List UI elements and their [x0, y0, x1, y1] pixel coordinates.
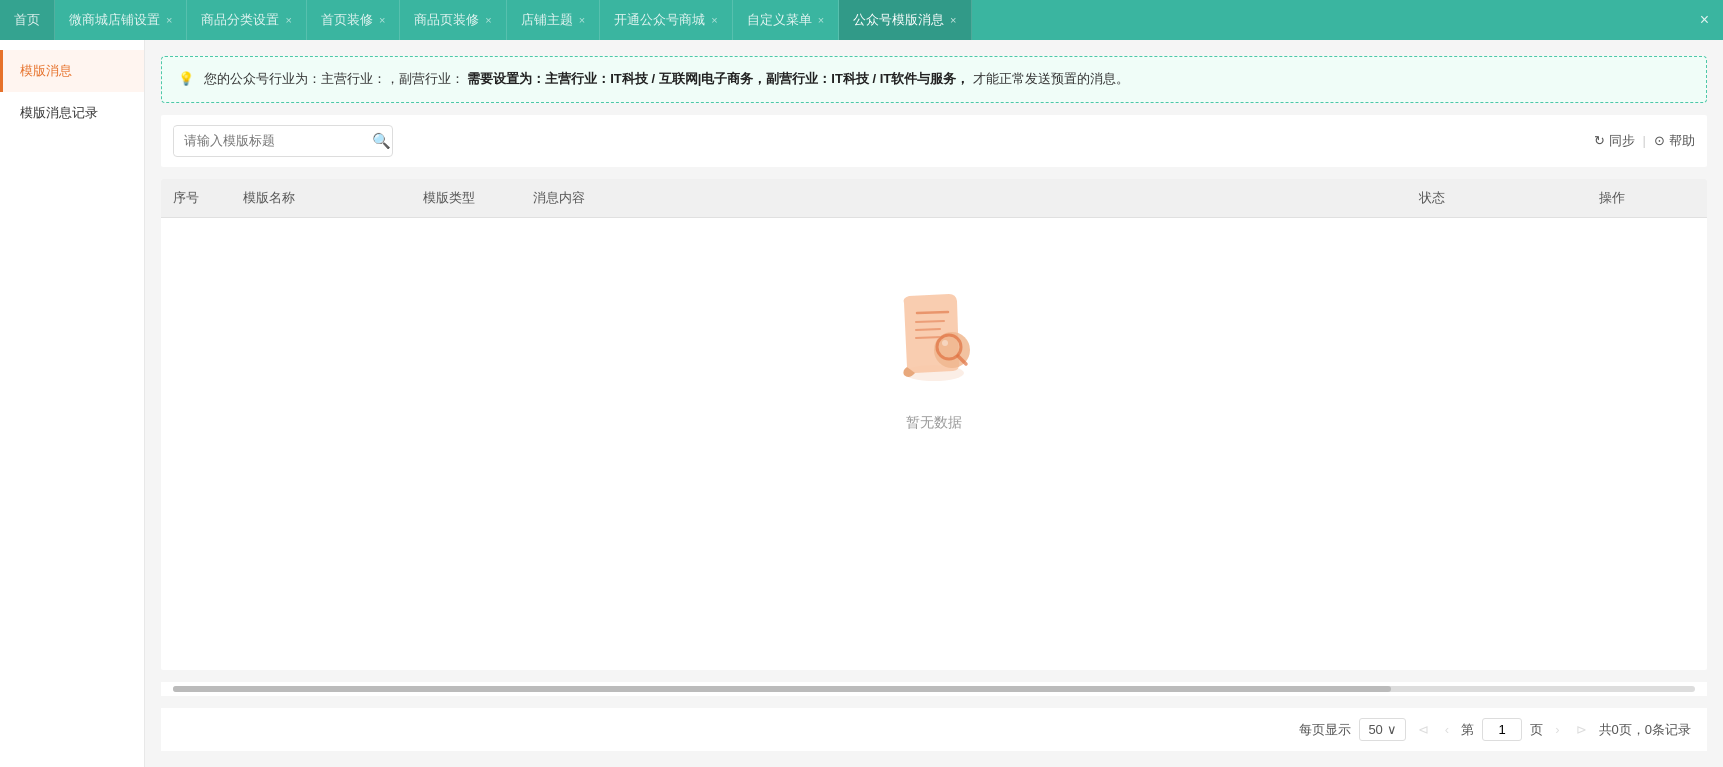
chevron-down-icon: ∨	[1387, 722, 1397, 737]
table-column-header: 序号	[161, 179, 231, 217]
prev-page-button[interactable]: ‹	[1441, 720, 1453, 739]
nav-tab-product-category[interactable]: 商品分类设置 ×	[187, 0, 306, 40]
table-column-header: 消息内容	[521, 179, 1407, 217]
first-page-button[interactable]: ⊲	[1414, 720, 1433, 739]
pagination: 每页显示 50 ∨ ⊲ ‹ 第 页 › ⊳ 共0页，0条记录	[161, 708, 1707, 751]
sync-label: 同步	[1609, 132, 1635, 150]
sidebar-item-label: 模版消息记录	[20, 105, 98, 120]
divider: |	[1643, 133, 1646, 148]
info-banner: 💡 您的公众号行业为：主营行业：，副营行业： 需要设置为：主营行业：IT科技 /…	[161, 56, 1707, 103]
nav-tab-wshop-settings[interactable]: 微商城店铺设置 ×	[55, 0, 187, 40]
svg-line-2	[916, 321, 944, 322]
sidebar: 模版消息模版消息记录	[0, 40, 145, 767]
per-page-label: 每页显示	[1299, 721, 1351, 739]
sidebar-item-label: 模版消息	[20, 63, 72, 78]
page-unit: 页	[1530, 721, 1543, 739]
tab-close-icon[interactable]: ×	[166, 14, 172, 26]
tab-close-icon[interactable]: ×	[950, 14, 956, 26]
tab-label: 微商城店铺设置	[69, 11, 160, 29]
page-size-select[interactable]: 50 ∨	[1359, 718, 1405, 741]
help-label: 帮助	[1669, 132, 1695, 150]
last-page-button[interactable]: ⊳	[1572, 720, 1591, 739]
tab-label: 商品分类设置	[201, 11, 279, 29]
table-header: 序号模版名称模版类型消息内容状态操作	[161, 179, 1707, 218]
svg-point-8	[942, 340, 948, 346]
tab-label: 自定义菜单	[747, 11, 812, 29]
scrollbar-thumb	[173, 686, 1391, 692]
tab-close-icon[interactable]: ×	[711, 14, 717, 26]
tab-close-icon[interactable]: ×	[485, 14, 491, 26]
table-column-header: 状态	[1407, 179, 1587, 217]
close-all-button[interactable]: ×	[1686, 11, 1723, 29]
nav-tab-homepage-decor[interactable]: 首页装修 ×	[307, 0, 400, 40]
tab-close-icon[interactable]: ×	[285, 14, 291, 26]
sidebar-item-template-msg[interactable]: 模版消息	[0, 50, 144, 92]
svg-line-1	[917, 312, 948, 313]
table-column-header: 模版类型	[411, 179, 521, 217]
top-nav: 首页微商城店铺设置×商品分类设置×首页装修×商品页装修×店铺主题×开通公众号商城…	[0, 0, 1723, 40]
tab-label: 首页	[14, 11, 40, 29]
nav-tab-template-msg[interactable]: 公众号模版消息 ×	[839, 0, 971, 40]
empty-state: 暂无数据	[161, 218, 1707, 492]
search-box: 🔍	[173, 125, 393, 157]
content-area: 💡 您的公众号行业为：主营行业：，副营行业： 需要设置为：主营行业：IT科技 /…	[145, 40, 1723, 767]
table-column-header: 模版名称	[231, 179, 411, 217]
toolbar: 🔍 ↻ 同步 | ⊙ 帮助	[161, 115, 1707, 167]
info-prefix: 您的公众号行业为：主营行业：，副营行业：	[204, 71, 464, 86]
toolbar-right: ↻ 同步 | ⊙ 帮助	[1594, 132, 1695, 150]
tab-close-icon[interactable]: ×	[818, 14, 824, 26]
nav-tab-home[interactable]: 首页	[0, 0, 55, 40]
tab-close-icon[interactable]: ×	[379, 14, 385, 26]
search-button[interactable]: 🔍	[362, 126, 393, 156]
scrollbar-track[interactable]	[173, 686, 1695, 692]
scrollbar-row[interactable]	[161, 682, 1707, 696]
next-page-button[interactable]: ›	[1551, 720, 1563, 739]
help-icon: ⊙	[1654, 133, 1665, 148]
nav-tab-product-decor[interactable]: 商品页装修 ×	[400, 0, 506, 40]
tab-label: 商品页装修	[414, 11, 479, 29]
bulb-icon: 💡	[178, 71, 194, 86]
page-label: 第	[1461, 721, 1474, 739]
nav-tab-open-mall[interactable]: 开通公众号商城 ×	[600, 0, 732, 40]
sync-button[interactable]: ↻ 同步	[1594, 132, 1635, 150]
empty-text: 暂无数据	[906, 414, 962, 432]
tab-label: 首页装修	[321, 11, 373, 29]
sync-icon: ↻	[1594, 133, 1605, 148]
nav-tab-custom-menu[interactable]: 自定义菜单 ×	[733, 0, 839, 40]
page-summary: 共0页，0条记录	[1599, 721, 1691, 739]
page-size-value: 50	[1368, 722, 1382, 737]
info-suffix: 才能正常发送预置的消息。	[973, 71, 1129, 86]
tab-label: 公众号模版消息	[853, 11, 944, 29]
search-input[interactable]	[174, 127, 362, 154]
table-column-header: 操作	[1587, 179, 1707, 217]
tab-label: 开通公众号商城	[614, 11, 705, 29]
svg-line-3	[916, 329, 940, 330]
tab-label: 店铺主题	[521, 11, 573, 29]
svg-line-4	[916, 337, 942, 338]
help-button[interactable]: ⊙ 帮助	[1654, 132, 1695, 150]
empty-illustration	[874, 278, 994, 398]
nav-tab-shop-theme[interactable]: 店铺主题 ×	[507, 0, 600, 40]
info-highlight: 需要设置为：主营行业：IT科技 / 互联网|电子商务，副营行业：IT科技 / I…	[467, 71, 969, 86]
page-input[interactable]	[1482, 718, 1522, 741]
sidebar-item-template-msg-record[interactable]: 模版消息记录	[0, 92, 144, 134]
data-table: 序号模版名称模版类型消息内容状态操作	[161, 179, 1707, 670]
main-layout: 模版消息模版消息记录 💡 您的公众号行业为：主营行业：，副营行业： 需要设置为：…	[0, 40, 1723, 767]
tab-close-icon[interactable]: ×	[579, 14, 585, 26]
